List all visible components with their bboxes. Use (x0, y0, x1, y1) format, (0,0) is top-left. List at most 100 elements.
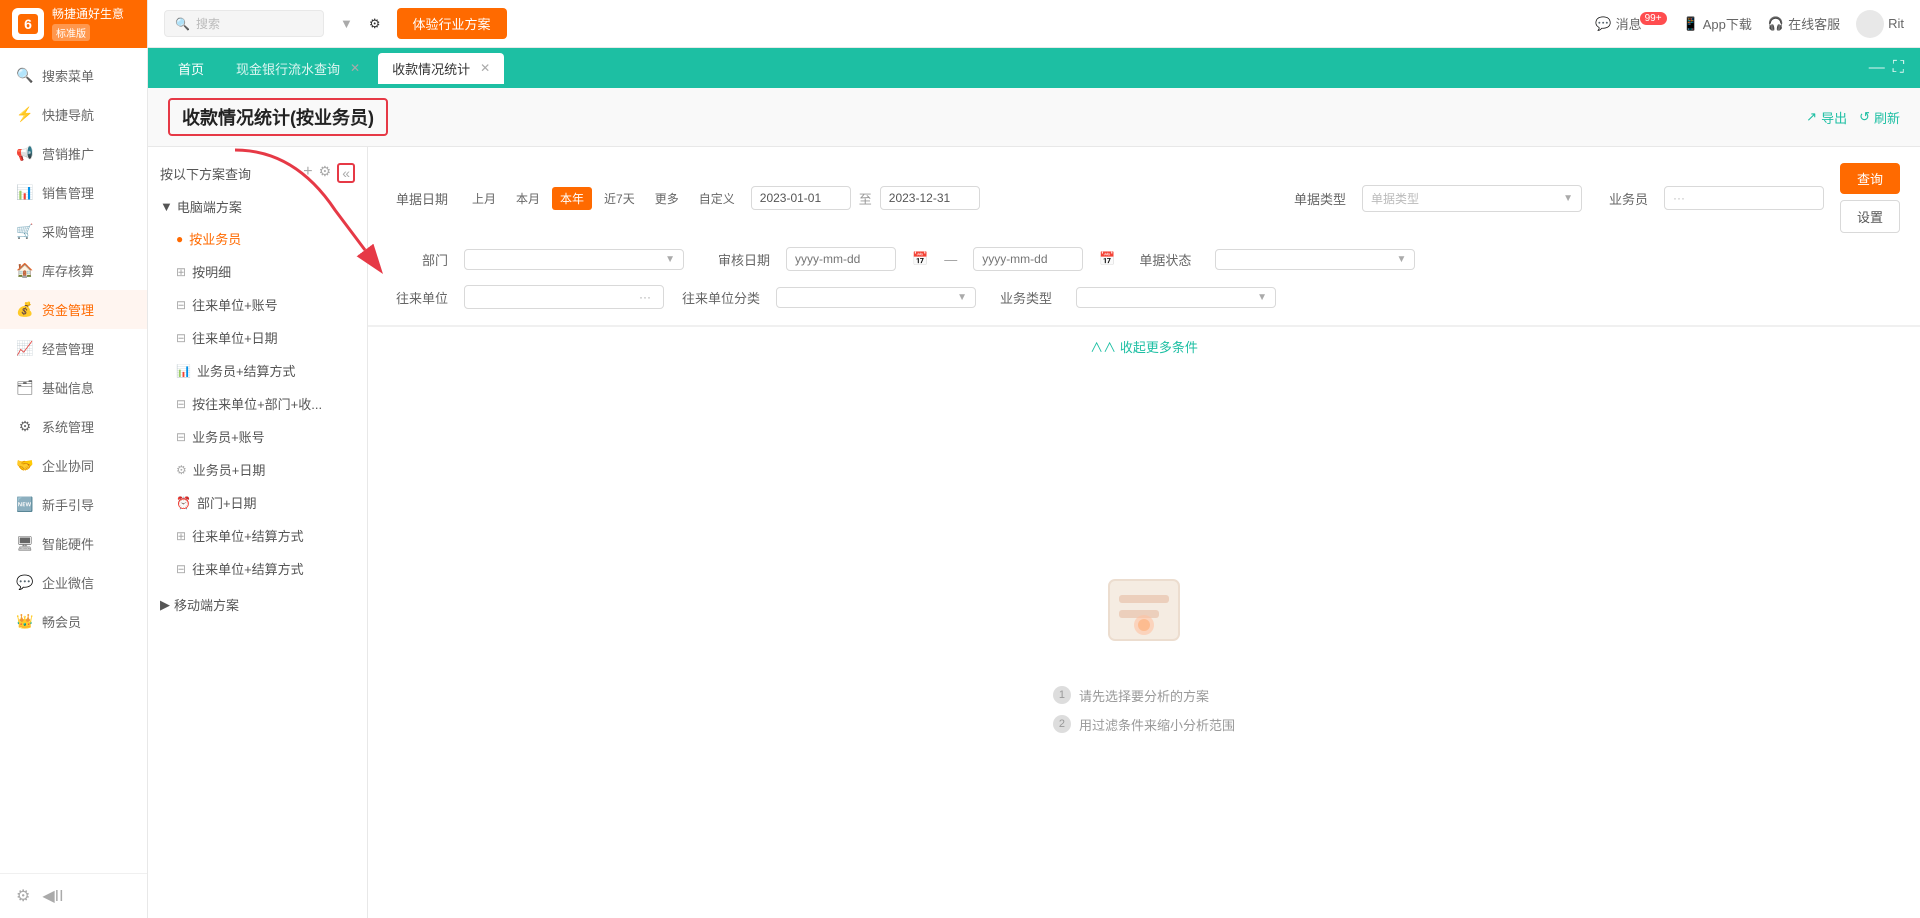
trial-button[interactable]: 体验行业方案 (397, 8, 507, 39)
sidebar-item-wechat[interactable]: 💬 企业微信 (0, 563, 147, 602)
wechat-icon: 💬 (16, 574, 34, 592)
sidebar-item-member[interactable]: 👑 畅会员 (0, 602, 147, 641)
sidebar-item-operation[interactable]: 📈 经营管理 (0, 329, 147, 368)
filter-row-1: 单据日期 上月 本月 本年 近7天 更多 自定义 至 (388, 163, 1900, 233)
scheme-item-detail[interactable]: ⊞ 按明细 (148, 255, 367, 288)
desktop-scheme-items: ● 按业务员 ⊞ 按明细 ⊟ 往来单位+账号 ⊟ (148, 222, 367, 585)
date-start-input[interactable] (751, 186, 851, 210)
review-date-start[interactable] (786, 247, 896, 271)
voucher-type-select[interactable]: 单据类型 ▼ (1362, 185, 1582, 212)
receipt-tab-close[interactable]: ✕ (480, 61, 490, 75)
sidebar-item-search[interactable]: 🔍 搜索菜单 (0, 56, 147, 95)
scheme-item-salesman-date[interactable]: ⚙ 业务员+日期 (148, 453, 367, 486)
collapse-panel-btn[interactable]: « (337, 163, 355, 183)
sidebar-item-enterprise[interactable]: 🤝 企业协同 (0, 446, 147, 485)
dept-select[interactable]: ▼ (464, 249, 684, 270)
date-tab-thismonth[interactable]: 本月 (508, 187, 548, 210)
sidebar-item-purchase[interactable]: 🛒 采购管理 (0, 212, 147, 251)
salesman-select[interactable]: ··· (1664, 186, 1824, 210)
hardware-icon: 🖥 (16, 535, 34, 553)
empty-tip-2: 2 用过滤条件来缩小分析范围 (1053, 715, 1235, 734)
marketing-icon: 📢 (16, 145, 34, 163)
desktop-section-toggle[interactable]: ▼ 电脑端方案 (148, 191, 367, 222)
nav-label-member: 畅会员 (42, 612, 81, 631)
filter-row-2: 部门 ▼ 审核日期 📅 — 📅 单据状态 (388, 247, 1900, 271)
topbar-gear-icon[interactable]: ⚙ (369, 16, 381, 32)
scheme-item-unit-settle2[interactable]: ⊟ 往来单位+结算方式 (148, 552, 367, 585)
unit-settle1-icon: ⊞ (176, 529, 186, 543)
refresh-icon: ↺ (1859, 109, 1870, 125)
sidebar-item-system[interactable]: ⚙ 系统管理 (0, 407, 147, 446)
sidebar-item-capital[interactable]: 💰 资金管理 (0, 290, 147, 329)
date-tab-custom[interactable]: 自定义 (691, 187, 743, 210)
add-scheme-btn[interactable]: + (303, 163, 312, 183)
date-tab-more[interactable]: 更多 (647, 187, 687, 210)
business-type-select[interactable]: ▼ (1076, 287, 1276, 308)
collapse-bar[interactable]: ∧∧ 收起更多条件 (368, 326, 1920, 366)
review-date-end[interactable] (973, 247, 1083, 271)
scheme-item-salesman-account[interactable]: ⊟ 业务员+账号 (148, 420, 367, 453)
mobile-section-toggle[interactable]: ▶ 移动端方案 (148, 589, 367, 620)
tab-bankflow[interactable]: 现金银行流水查询 ✕ (222, 53, 374, 84)
tab-minimize-btn[interactable]: — (1869, 59, 1885, 77)
voucher-status-select[interactable]: ▼ (1215, 249, 1415, 270)
query-button[interactable]: 查询 (1840, 163, 1900, 194)
tab-home[interactable]: 首页 (164, 53, 218, 84)
sidebar-item-quicknav[interactable]: ⚡ 快捷导航 (0, 95, 147, 134)
scheme-item-unit-date[interactable]: ⊟ 往来单位+日期 (148, 321, 367, 354)
user-action[interactable]: Rit (1856, 10, 1904, 38)
unit-settle1-label: 往来单位+结算方式 (192, 526, 304, 545)
sidebar-item-inventory[interactable]: 🏠 库存核算 (0, 251, 147, 290)
sidebar-item-hardware[interactable]: 🖥 智能硬件 (0, 524, 147, 563)
scheme-item-unit-account[interactable]: ⊟ 往来单位+账号 (148, 288, 367, 321)
sidebar-item-newguide[interactable]: 🆕 新手引导 (0, 485, 147, 524)
operation-icon: 📈 (16, 340, 34, 358)
scheme-item-unit-settle1[interactable]: ⊞ 往来单位+结算方式 (148, 519, 367, 552)
scheme-item-salesman[interactable]: ● 按业务员 (148, 222, 367, 255)
mobile-arrow-icon: ▶ (160, 597, 170, 613)
tab-expand-btn[interactable]: ⛶ (1893, 59, 1904, 77)
dept-date-icon: ⏰ (176, 496, 191, 510)
system-icon: ⚙ (16, 418, 34, 436)
counterparty-select[interactable]: ··· (464, 285, 664, 309)
collapse-footer-icon[interactable]: ◀II (42, 886, 63, 906)
scheme-settings-btn[interactable]: ⚙ (319, 163, 332, 183)
salesman-date-icon: ⚙ (176, 463, 187, 477)
sidebar-item-basic[interactable]: 🗂 基础信息 (0, 368, 147, 407)
scheme-item-salesman-settle[interactable]: 📊 业务员+结算方式 (148, 354, 367, 387)
left-panel-title: 按以下方案查询 (160, 164, 251, 183)
scheme-item-dept-date[interactable]: ⏰ 部门+日期 (148, 486, 367, 519)
empty-tips-container: 1 请先选择要分析的方案 2 用过滤条件来缩小分析范围 (1053, 686, 1235, 734)
topbar-dropdown-icon[interactable]: ▼ (340, 16, 353, 31)
counterparty-dots[interactable]: ··· (639, 290, 651, 304)
date-tab-7days[interactable]: 近7天 (596, 187, 643, 210)
date-end-input[interactable] (880, 186, 980, 210)
sidebar-item-sales[interactable]: 📊 销售管理 (0, 173, 147, 212)
nav-label-hardware: 智能硬件 (42, 534, 94, 553)
desktop-section-label: 电脑端方案 (177, 197, 242, 216)
date-tab-lastmonth[interactable]: 上月 (464, 187, 504, 210)
counterparty-label: 往来单位 (388, 288, 448, 307)
counterparty-type-select[interactable]: ▼ (776, 287, 976, 308)
mobile-scheme-section: ▶ 移动端方案 (148, 589, 367, 620)
message-action[interactable]: 💬 消息 99+ (1595, 14, 1666, 33)
date-tabs: 上月 本月 本年 近7天 更多 自定义 (464, 187, 743, 210)
unit-dept-icon: ⊟ (176, 397, 186, 411)
nav-label-wechat: 企业微信 (42, 573, 94, 592)
app-download-action[interactable]: 📱 App下载 (1683, 14, 1752, 33)
settings-button[interactable]: 设置 (1840, 200, 1900, 233)
settings-footer-icon[interactable]: ⚙ (16, 886, 30, 906)
online-service-action[interactable]: 🎧 在线客服 (1768, 14, 1840, 33)
scheme-item-unit-dept[interactable]: ⊟ 按往来单位+部门+收... (148, 387, 367, 420)
date-tab-thisyear[interactable]: 本年 (552, 187, 592, 210)
review-date-calendar-icon[interactable]: 📅 (912, 251, 928, 267)
refresh-button[interactable]: ↺ 刷新 (1859, 108, 1900, 127)
sidebar-item-marketing[interactable]: 📢 营销推广 (0, 134, 147, 173)
top-search-box[interactable]: 🔍 搜索 (164, 10, 324, 37)
salesman-value: ··· (1673, 191, 1685, 205)
bankflow-tab-close[interactable]: ✕ (350, 61, 360, 75)
export-button[interactable]: ↗ 导出 (1806, 108, 1847, 127)
tab-receipt[interactable]: 收款情况统计 ✕ (378, 53, 504, 84)
quicknav-icon: ⚡ (16, 106, 34, 124)
review-date-calendar2-icon[interactable]: 📅 (1099, 251, 1115, 267)
